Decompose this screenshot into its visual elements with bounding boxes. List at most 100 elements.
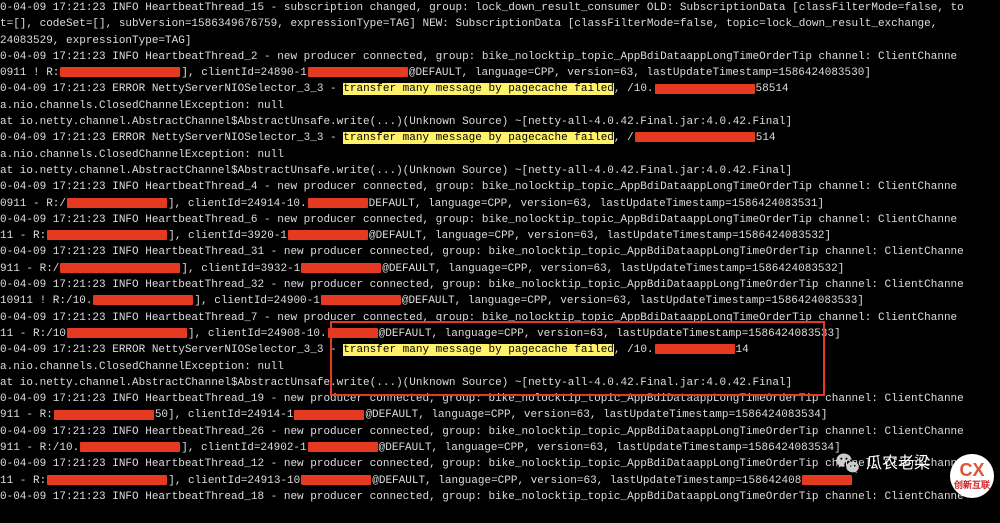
log-text: a.nio.channels.ClosedChannelException: n… [0,149,284,161]
log-text: , /10. [614,83,654,95]
log-text: 0-04-09 17:21:23 INFO HeartbeatThread_19… [0,393,964,405]
log-text: 0-04-09 17:21:23 INFO HeartbeatThread_31… [0,246,964,258]
log-text: 10911 ! R:/10. [0,295,92,307]
log-text: 0911 - R:/ [0,198,66,210]
log-text: 24083529, expressionType=TAG] [0,35,191,47]
redaction-mark [328,328,378,338]
log-text: ], clientId=24913-10 [168,475,300,487]
redaction-mark [80,442,180,452]
log-text: 911 - R: [0,409,53,421]
log-line: 11 - R: ], clientId=3920-1 @DEFAULT, langu… [0,228,1000,244]
log-text: ], clientId=24900-1 [194,295,319,307]
log-text: @DEFAULT, language=CPP, version=63, last… [379,328,841,340]
highlighted-error: transfer many message by pagecache faile… [343,83,614,95]
redaction-mark [54,410,154,420]
log-line: 0911 ! R: ], clientId=24890-1 @DEFAULT, la… [0,65,1000,81]
log-line: at io.netty.channel.AbstractChannel$Abst… [0,163,1000,179]
log-line: 0-04-09 17:21:23 INFO HeartbeatThread_32… [0,277,1000,293]
log-text: @DEFAULT, language=CPP, version=63, last… [365,409,827,421]
log-text: t=[], codeSet=[], subVersion=15863496767… [0,18,937,30]
log-text: at io.netty.channel.AbstractChannel$Abst… [0,116,792,128]
redaction-mark [635,132,755,142]
log-text: 11 - R: [0,475,46,487]
redaction-mark [321,295,401,305]
log-text: 0-04-09 17:21:23 INFO HeartbeatThread_26… [0,426,964,438]
redaction-mark [301,475,371,485]
log-text: 514 [756,132,776,144]
log-text: 0-04-09 17:21:23 INFO HeartbeatThread_32… [0,279,964,291]
redaction-mark [655,84,755,94]
log-text: @DEFAULT, language=CPP, version=63, last… [372,475,801,487]
log-text: @DEFAULT, language=CPP, version=63, last… [369,230,831,242]
log-line: 911 - R: 50], clientId=24914-1 @DEFAULT, l… [0,407,1000,423]
log-text: 0-04-09 17:21:23 INFO HeartbeatThread_6 … [0,214,957,226]
redaction-mark [67,328,187,338]
log-line: 0-04-09 17:21:23 ERROR NettyServerNIOSel… [0,81,1000,97]
wechat-watermark: 瓜农老梁 [834,450,930,478]
log-text: 58514 [756,83,789,95]
redaction-mark [60,263,180,273]
log-text: ], clientId=3920-1 [168,230,287,242]
log-text: ], clientId=24890-1 [181,67,306,79]
log-text: 0-04-09 17:21:23 INFO HeartbeatThread_4 … [0,181,957,193]
log-line: 0-04-09 17:21:23 INFO HeartbeatThread_4 … [0,179,1000,195]
log-text: 0911 ! R: [0,67,59,79]
log-line: t=[], codeSet=[], subVersion=15863496767… [0,16,1000,32]
log-line: 0-04-09 17:21:23 INFO HeartbeatThread_2 … [0,49,1000,65]
log-text: 0-04-09 17:21:23 ERROR NettyServerNIOSel… [0,344,343,356]
log-line: 0911 - R:/ ], clientId=24914-10. DEFAULT, … [0,196,1000,212]
log-text: @DEFAULT, language=CPP, version=63, last… [409,67,871,79]
log-text: ], clientId=3932-1 [181,263,300,275]
redaction-mark [47,475,167,485]
redaction-mark [47,230,167,240]
log-line: 0-04-09 17:21:23 INFO HeartbeatThread_18… [0,489,1000,505]
log-line: at io.netty.channel.AbstractChannel$Abst… [0,375,1000,391]
redaction-mark [60,67,180,77]
log-text: @DEFAULT, language=CPP, version=63, last… [402,295,864,307]
redaction-mark [655,344,735,354]
redaction-mark [308,442,378,452]
log-text: a.nio.channels.ClosedChannelException: n… [0,100,284,112]
redaction-mark [294,410,364,420]
log-text: 50], clientId=24914-1 [155,409,294,421]
log-line: 0-04-09 17:21:23 INFO HeartbeatThread_6 … [0,212,1000,228]
log-text: a.nio.channels.ClosedChannelException: n… [0,361,284,373]
log-text: ], clientId=24902-1 [181,442,306,454]
log-text: 0-04-09 17:21:23 ERROR NettyServerNIOSel… [0,83,343,95]
log-text: DEFAULT, language=CPP, version=63, lastU… [369,198,824,210]
wechat-icon [834,450,862,478]
redaction-mark [67,198,167,208]
log-text: , /10. [614,344,654,356]
terminal-log-output: 0-04-09 17:21:23 INFO HeartbeatThread_15… [0,0,1000,505]
log-line: 0-04-09 17:21:23 INFO HeartbeatThread_31… [0,244,1000,260]
log-line: 11 - R:/10], clientId=24908-10.@DEFAULT,… [0,326,1000,342]
log-line: 0-04-09 17:21:23 INFO HeartbeatThread_7 … [0,310,1000,326]
log-text: 911 - R:/10. [0,442,79,454]
log-text: 0-04-09 17:21:23 INFO HeartbeatThread_2 … [0,51,957,63]
log-line: 10911 ! R:/10. ], clientId=24900-1 @DEFAUL… [0,293,1000,309]
highlighted-error: transfer many message by pagecache faile… [343,344,614,356]
log-text: 0-04-09 17:21:23 INFO HeartbeatThread_7 … [0,312,957,324]
log-text: , / [614,132,634,144]
highlighted-error: transfer many message by pagecache faile… [343,132,614,144]
redaction-mark [308,198,368,208]
log-text: @DEFAULT, language=CPP, version=63, last… [379,442,841,454]
log-text: 0-04-09 17:21:23 INFO HeartbeatThread_15… [0,2,964,14]
log-line: 0-04-09 17:21:23 ERROR NettyServerNIOSel… [0,342,1000,358]
log-text: ], clientId=24914-10. [168,198,307,210]
redaction-mark [308,67,408,77]
redaction-mark [301,263,381,273]
log-line: 0-04-09 17:21:23 INFO HeartbeatThread_15… [0,0,1000,16]
log-text: 14 [736,344,749,356]
log-line: at io.netty.channel.AbstractChannel$Abst… [0,114,1000,130]
log-line: 0-04-09 17:21:23 INFO HeartbeatThread_19… [0,391,1000,407]
log-line: 24083529, expressionType=TAG] [0,33,1000,49]
log-text: 911 - R:/ [0,263,59,275]
log-text: 11 - R: [0,230,46,242]
log-text: 0-04-09 17:21:23 INFO HeartbeatThread_18… [0,491,964,503]
log-text: ], clientId=24908-10. [188,328,327,340]
log-text: @DEFAULT, language=CPP, version=63, last… [382,263,844,275]
log-line: a.nio.channels.ClosedChannelException: n… [0,147,1000,163]
log-text: 0-04-09 17:21:23 ERROR NettyServerNIOSel… [0,132,343,144]
log-line: 0-04-09 17:21:23 INFO HeartbeatThread_26… [0,424,1000,440]
